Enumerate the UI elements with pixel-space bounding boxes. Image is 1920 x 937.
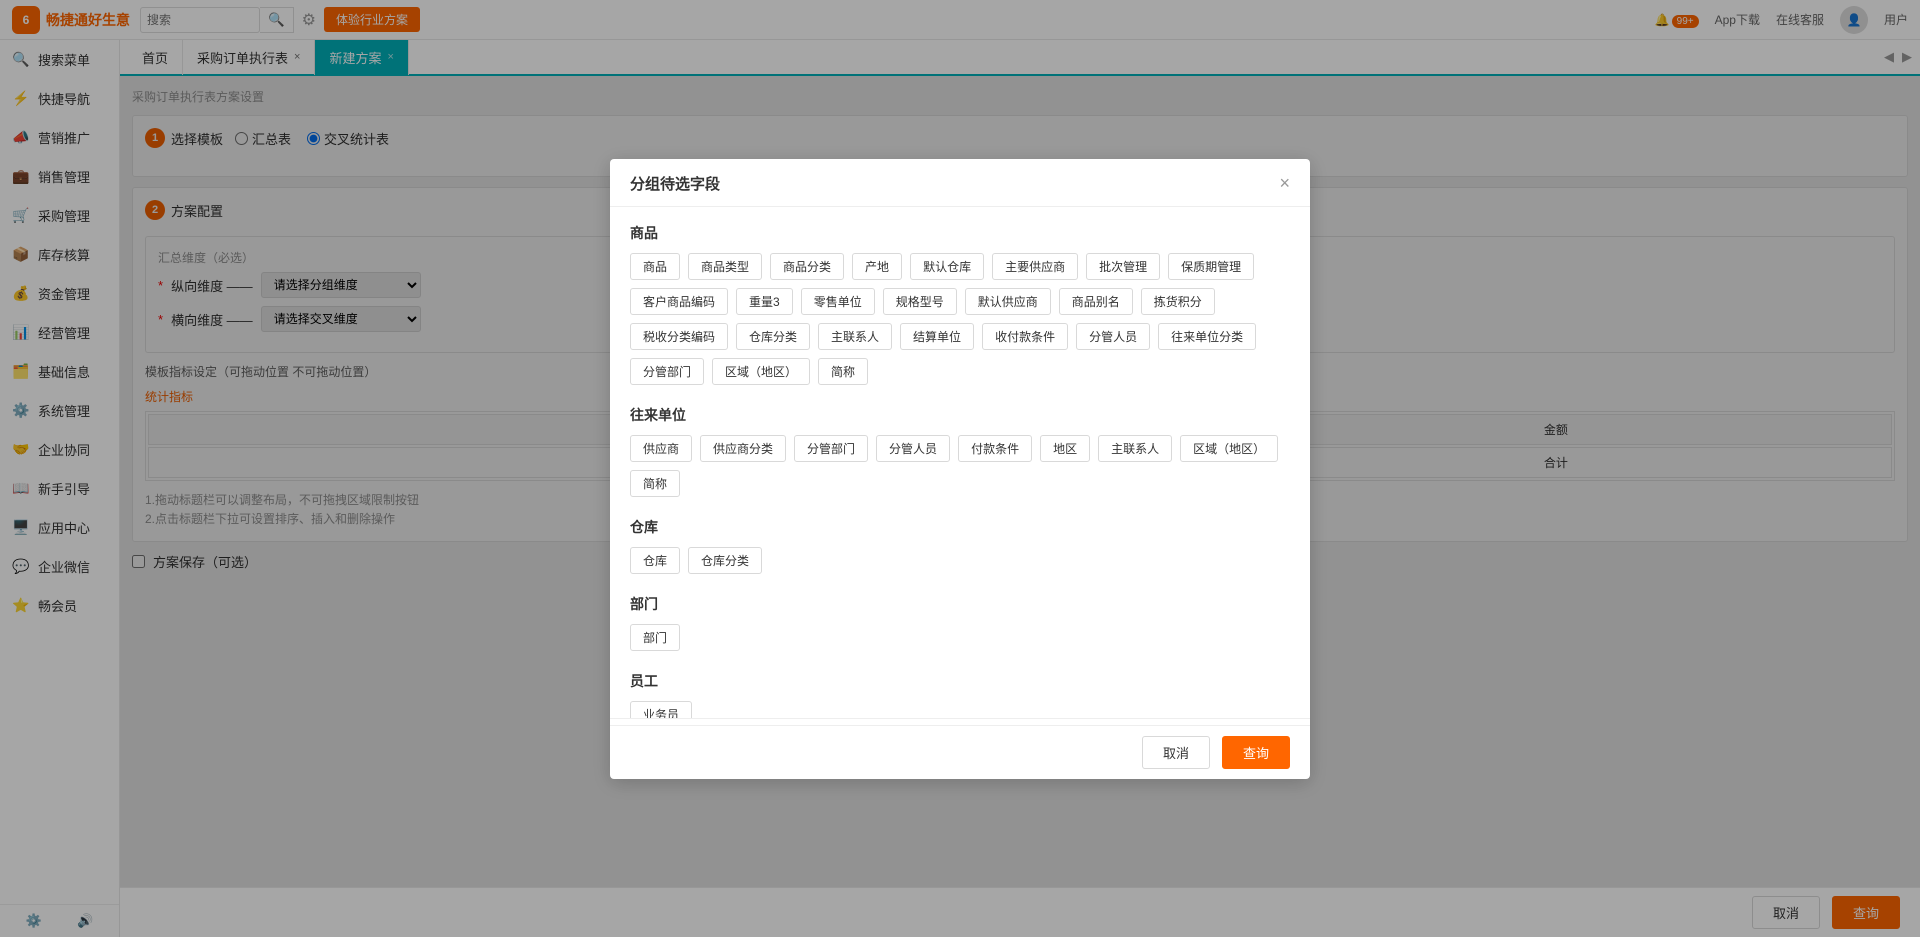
section-partner-tags: 供应商 供应商分类 分管部门 分管人员 付款条件 地区 主联系人 区域（地区） … xyxy=(630,435,1290,497)
section-product-title: 商品 xyxy=(630,223,1290,243)
tag-warehouse-category[interactable]: 仓库分类 xyxy=(736,323,810,350)
tag-partner-contact[interactable]: 主联系人 xyxy=(1098,435,1172,462)
modal-cancel-button[interactable]: 取消 xyxy=(1142,736,1210,769)
modal: 分组待选字段 × 商品 商品 商品类型 商品分类 产地 默认仓库 主要供应商 批… xyxy=(610,159,1310,779)
tag-default-warehouse[interactable]: 默认仓库 xyxy=(910,253,984,280)
tag-department[interactable]: 部门 xyxy=(630,624,680,651)
tag-supplier-category[interactable]: 供应商分类 xyxy=(700,435,786,462)
section-dept: 部门 部门 xyxy=(630,594,1290,651)
section-warehouse-title: 仓库 xyxy=(630,517,1290,537)
tag-salesperson[interactable]: 业务员 xyxy=(630,701,692,719)
section-product: 商品 商品 商品类型 商品分类 产地 默认仓库 主要供应商 批次管理 保质期管理… xyxy=(630,223,1290,385)
tag-customer-code[interactable]: 客户商品编码 xyxy=(630,288,728,315)
modal-overlay: 分组待选字段 × 商品 商品 商品类型 商品分类 产地 默认仓库 主要供应商 批… xyxy=(0,0,1920,937)
section-dept-title: 部门 xyxy=(630,594,1290,614)
tag-spec-model[interactable]: 规格型号 xyxy=(883,288,957,315)
tag-partner-region[interactable]: 区域（地区） xyxy=(1180,435,1278,462)
tag-partner-short[interactable]: 简称 xyxy=(630,470,680,497)
tag-warehouse-cat[interactable]: 仓库分类 xyxy=(688,547,762,574)
tag-supervisor[interactable]: 分管人员 xyxy=(1076,323,1150,350)
tag-partner-dept[interactable]: 分管部门 xyxy=(794,435,868,462)
modal-close-button[interactable]: × xyxy=(1279,174,1290,192)
tag-warehouse[interactable]: 仓库 xyxy=(630,547,680,574)
tag-shelf-life[interactable]: 保质期管理 xyxy=(1168,253,1254,280)
tag-payment-terms[interactable]: 收付款条件 xyxy=(982,323,1068,350)
tag-product-category[interactable]: 商品分类 xyxy=(770,253,844,280)
tag-batch-mgmt[interactable]: 批次管理 xyxy=(1086,253,1160,280)
modal-header: 分组待选字段 × xyxy=(610,159,1310,207)
tag-dept[interactable]: 分管部门 xyxy=(630,358,704,385)
section-product-tags: 商品 商品类型 商品分类 产地 默认仓库 主要供应商 批次管理 保质期管理 客户… xyxy=(630,253,1290,385)
tag-payment-condition[interactable]: 付款条件 xyxy=(958,435,1032,462)
tag-product-type[interactable]: 商品类型 xyxy=(688,253,762,280)
tag-tax-code[interactable]: 税收分类编码 xyxy=(630,323,728,350)
tag-area[interactable]: 地区 xyxy=(1040,435,1090,462)
modal-footer: 取消 查询 xyxy=(610,725,1310,779)
tag-origin[interactable]: 产地 xyxy=(852,253,902,280)
section-partner-title: 往来单位 xyxy=(630,405,1290,425)
modal-body: 商品 商品 商品类型 商品分类 产地 默认仓库 主要供应商 批次管理 保质期管理… xyxy=(610,207,1310,719)
section-employee-tags: 业务员 xyxy=(630,701,1290,719)
section-warehouse: 仓库 仓库 仓库分类 xyxy=(630,517,1290,574)
tag-weight[interactable]: 重量3 xyxy=(736,288,793,315)
section-employee-title: 员工 xyxy=(630,671,1290,691)
tag-main-supplier[interactable]: 主要供应商 xyxy=(992,253,1078,280)
tag-main-contact[interactable]: 主联系人 xyxy=(818,323,892,350)
section-warehouse-tags: 仓库 仓库分类 xyxy=(630,547,1290,574)
tag-default-supplier[interactable]: 默认供应商 xyxy=(965,288,1051,315)
tag-product[interactable]: 商品 xyxy=(630,253,680,280)
modal-title: 分组待选字段 xyxy=(630,173,720,194)
tag-picking-score[interactable]: 拣货积分 xyxy=(1141,288,1215,315)
tag-partner-category[interactable]: 往来单位分类 xyxy=(1158,323,1256,350)
modal-hscroll[interactable] xyxy=(610,718,1310,724)
section-employee: 员工 业务员 xyxy=(630,671,1290,719)
tag-region-product[interactable]: 区域（地区） xyxy=(712,358,810,385)
tag-retail-unit[interactable]: 零售单位 xyxy=(801,288,875,315)
tag-partner-supervisor[interactable]: 分管人员 xyxy=(876,435,950,462)
tag-settlement-unit[interactable]: 结算单位 xyxy=(900,323,974,350)
tag-product-alias[interactable]: 商品别名 xyxy=(1059,288,1133,315)
tag-short-name-product[interactable]: 简称 xyxy=(818,358,868,385)
section-partner: 往来单位 供应商 供应商分类 分管部门 分管人员 付款条件 地区 主联系人 区域… xyxy=(630,405,1290,497)
modal-confirm-button[interactable]: 查询 xyxy=(1222,736,1290,769)
tag-supplier[interactable]: 供应商 xyxy=(630,435,692,462)
section-dept-tags: 部门 xyxy=(630,624,1290,651)
